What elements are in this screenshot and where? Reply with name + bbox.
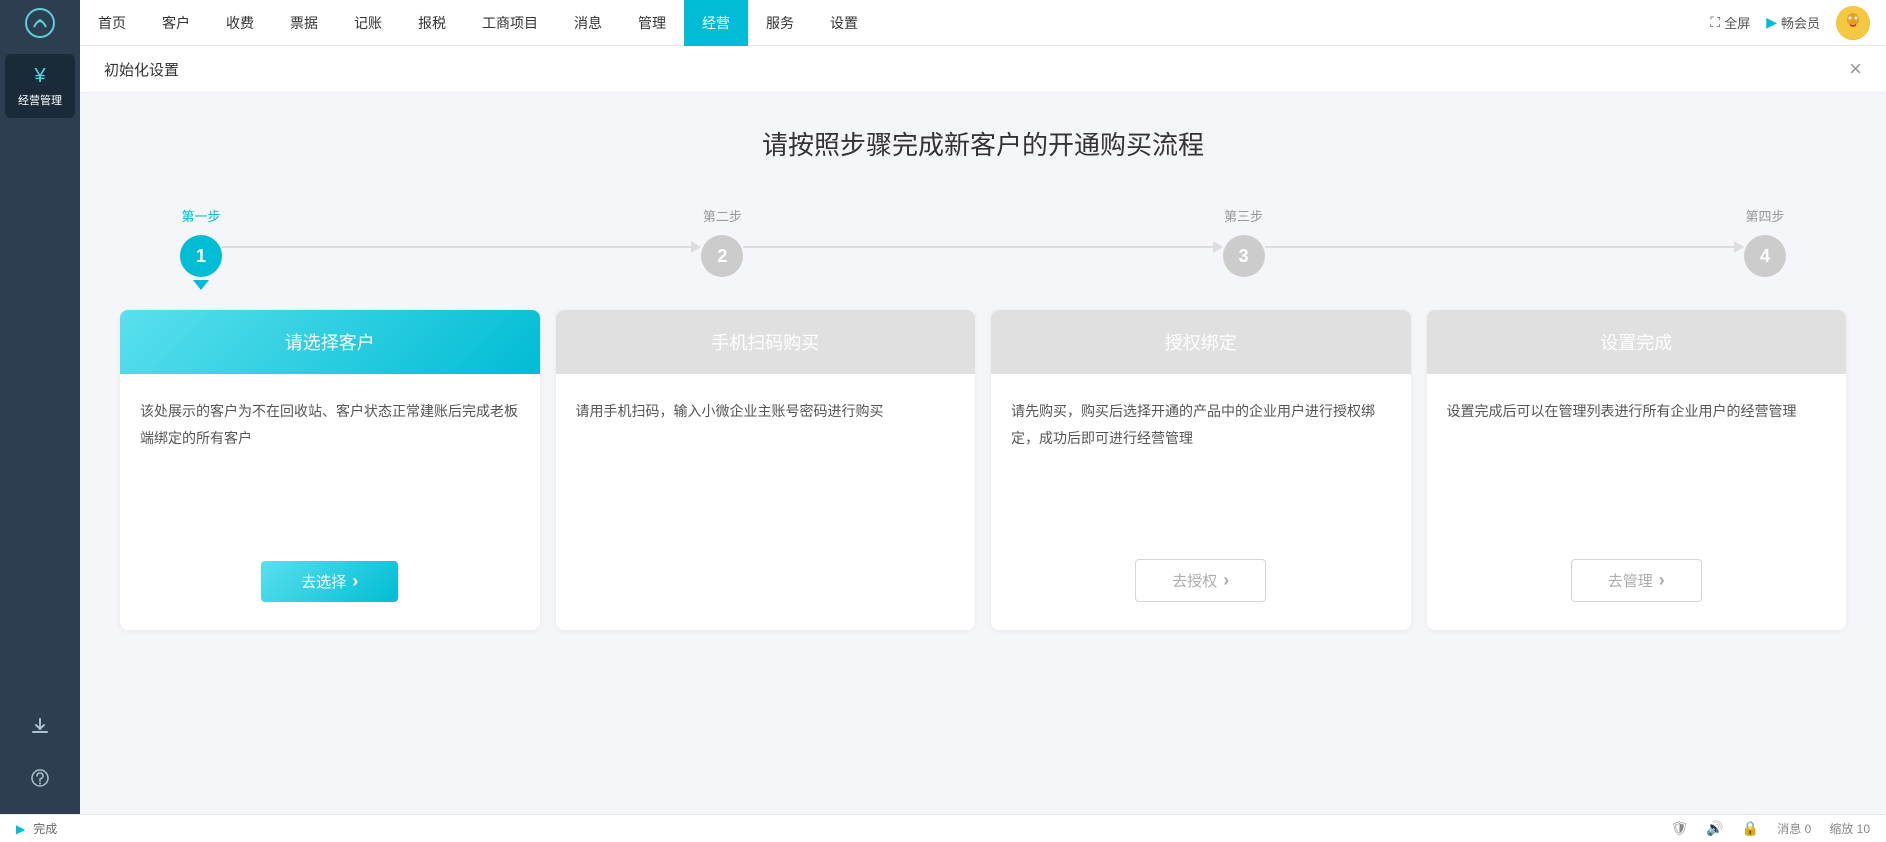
nav-item-home[interactable]: 首页 [80,0,144,46]
step-1: 第一步 1 [180,206,222,290]
card-1-header: 请选择客户 [120,310,540,374]
steps-timeline: 第一步 1 第二步 2 [120,206,1846,290]
nav-item-service[interactable]: 服务 [748,0,812,46]
card-1-btn[interactable]: 去选择 › [261,561,398,602]
card-3-btn[interactable]: 去授权 › [1135,559,1266,602]
card-1-body: 该处展示的客户为不在回收站、客户状态正常建账后完成老板端绑定的所有客户 [120,374,540,545]
nav-item-settings[interactable]: 设置 [812,0,876,46]
card-3-body: 请先购买，购买后选择开通的产品中的企业用户进行授权绑定，成功后即可进行经营管理 [991,374,1411,543]
cards-row: 请选择客户 该处展示的客户为不在回收站、客户状态正常建账后完成老板端绑定的所有客… [120,310,1846,630]
status-bar-left: ▶ 完成 [16,820,1663,837]
card-3-footer: 去授权 › [991,543,1411,630]
card-2: 手机扫码购买 请用手机扫码，输入小微企业主账号密码进行购买 [556,310,976,630]
money-icon: ¥ [34,65,45,88]
step-3-circle: 3 [1223,235,1265,277]
page-title: 初始化设置 [104,59,179,80]
volume-icon: 🔊 [1706,820,1723,837]
step-2: 第二步 2 [701,206,743,277]
status-label: 完成 [33,820,57,837]
step-3-label: 第三步 [1224,206,1263,225]
shield-icon: 🛡 [1671,820,1689,837]
avatar[interactable] [1836,6,1870,40]
status-bar-right: 🛡 🔊 🔒 消息 0 缩放 10 [1671,820,1870,837]
close-btn[interactable]: × [1849,58,1862,80]
sidebar-item-operations[interactable]: ¥ 经营管理 [5,54,75,118]
fullscreen-btn[interactable]: ⛶ 全屏 [1710,13,1750,32]
layout: ¥ 经营管理 初始化设置 × 请按照步骤完成新客户的开通购买流程 [0,46,1886,814]
connector-1 [222,241,701,253]
card-1-footer: 去选择 › [120,545,540,630]
card-1: 请选择客户 该处展示的客户为不在回收站、客户状态正常建账后完成老板端绑定的所有客… [120,310,540,630]
nav-item-operations[interactable]: 经营 [684,0,748,46]
step-4: 第四步 4 [1744,206,1786,277]
arrow-icon: › [352,571,358,592]
sidebar: ¥ 经营管理 [0,46,80,814]
nav-item-messages[interactable]: 消息 [556,0,620,46]
nav-item-tax[interactable]: 报税 [400,0,464,46]
sidebar-item-label: 经营管理 [18,92,62,108]
status-bar: ▶ 完成 🛡 🔊 🔒 消息 0 缩放 10 [0,814,1886,842]
page-header: 初始化设置 × [80,46,1886,93]
card-4-header: 设置完成 [1427,310,1847,374]
arrow-icon-4: › [1659,570,1665,591]
nav-item-business[interactable]: 工商项目 [464,0,556,46]
step-2-circle: 2 [701,235,743,277]
step-4-label: 第四步 [1745,206,1784,225]
card-4-body: 设置完成后可以在管理列表进行所有企业用户的经营管理 [1427,374,1847,543]
card-4-footer: 去管理 › [1427,543,1847,630]
nav-right: ⛶ 全屏 ▶ 畅会员 [1710,6,1886,40]
card-2-body: 请用手机扫码，输入小微企业主账号密码进行购买 [556,374,976,586]
main-heading: 请按照步骤完成新客户的开通购买流程 [120,125,1846,162]
nav-item-fees[interactable]: 收费 [208,0,272,46]
fullscreen-icon: ⛶ [1710,14,1720,31]
content-area: 请按照步骤完成新客户的开通购买流程 第一步 1 第二步 2 [80,93,1886,650]
vip-label: 畅会员 [1781,13,1820,32]
step-1-circle: 1 [180,235,222,277]
nav-item-customers[interactable]: 客户 [144,0,208,46]
card-2-footer [556,586,976,630]
lock-icon: 🔒 [1742,820,1759,837]
main-content: 初始化设置 × 请按照步骤完成新客户的开通购买流程 第一步 1 [80,46,1886,814]
sidebar-support[interactable] [20,758,60,798]
nav-item-invoices[interactable]: 票据 [272,0,336,46]
play-icon: ▶ [1766,14,1777,31]
fullscreen-label: 全屏 [1724,13,1750,32]
card-4-btn[interactable]: 去管理 › [1571,559,1702,602]
card-3-header: 授权绑定 [991,310,1411,374]
zoom-level: 缩放 10 [1829,820,1870,837]
card-3: 授权绑定 请先购买，购买后选择开通的产品中的企业用户进行授权绑定，成功后即可进行… [991,310,1411,630]
chat-count: 消息 0 [1777,820,1811,837]
step-3: 第三步 3 [1223,206,1265,277]
vip-btn[interactable]: ▶ 畅会员 [1766,13,1820,32]
connector-3 [1265,241,1744,253]
card-2-header: 手机扫码购买 [556,310,976,374]
nav-items: 首页 客户 收费 票据 记账 报税 工商项目 消息 管理 经营 服务 设置 [80,0,1710,46]
arrow-icon-3: › [1223,570,1229,591]
step-2-label: 第二步 [703,206,742,225]
top-nav: 首页 客户 收费 票据 记账 报税 工商项目 消息 管理 经营 服务 设置 ⛶ … [0,0,1886,46]
logo[interactable] [0,0,80,46]
step-4-circle: 4 [1744,235,1786,277]
nav-item-bookkeeping[interactable]: 记账 [336,0,400,46]
connector-2 [743,241,1222,253]
step-1-label: 第一步 [181,206,220,225]
nav-item-manage[interactable]: 管理 [620,0,684,46]
card-4: 设置完成 设置完成后可以在管理列表进行所有企业用户的经营管理 去管理 › [1427,310,1847,630]
sidebar-download[interactable] [20,706,60,746]
play-icon[interactable]: ▶ [16,822,25,836]
